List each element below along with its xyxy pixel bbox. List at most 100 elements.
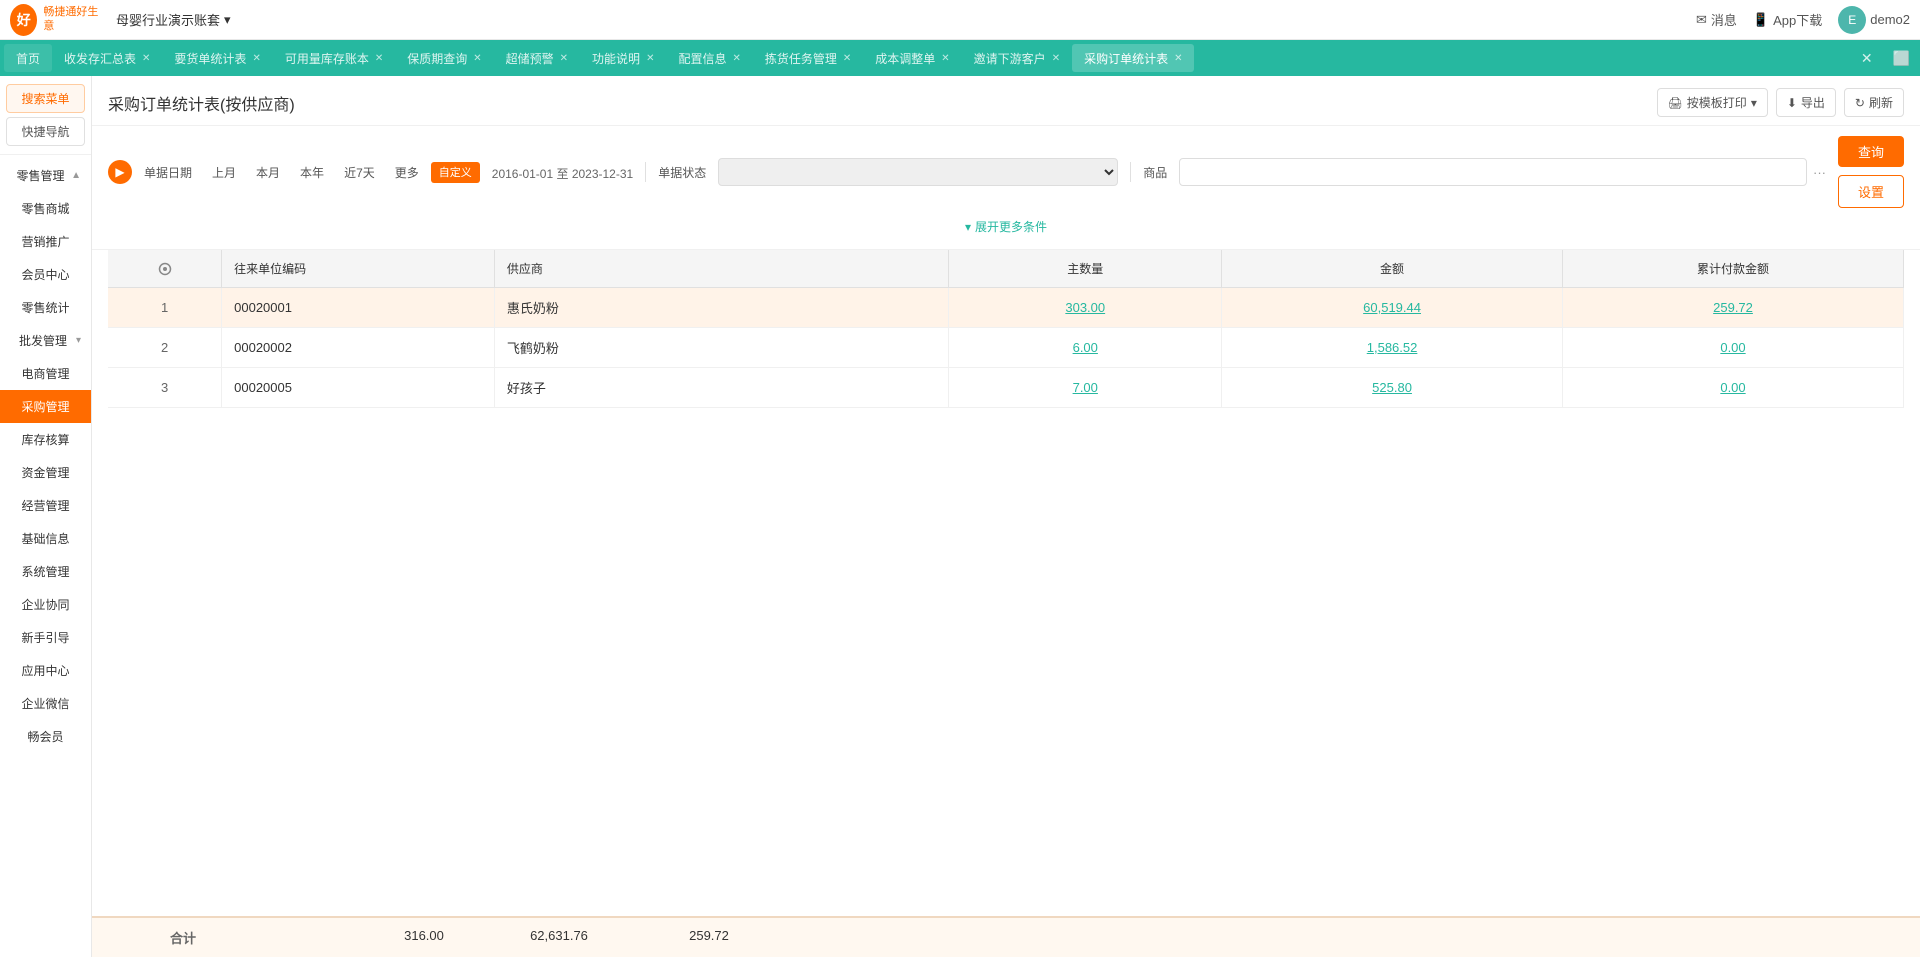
close-icon[interactable]: ✕ <box>252 53 260 64</box>
tab-pick-task[interactable]: 拣货任务管理 ✕ <box>753 44 863 72</box>
template-print-button[interactable]: 🖨 按模板打印 ▾ <box>1657 88 1768 117</box>
export-icon: ⬇ <box>1787 96 1797 110</box>
search-menu-button[interactable]: 搜索菜单 <box>6 84 85 113</box>
qty-link[interactable]: 6.00 <box>1073 340 1098 355</box>
row-index: 2 <box>108 328 222 368</box>
th-supplier: 供应商 <box>494 250 949 288</box>
expand-more-filters-btn[interactable]: ▾ 展开更多条件 <box>108 214 1904 239</box>
amount-link[interactable]: 525.80 <box>1372 380 1412 395</box>
close-icon[interactable]: ✕ <box>843 53 851 64</box>
sidebar-item-member[interactable]: 会员中心 <box>0 258 91 291</box>
tab-config-info[interactable]: 配置信息 ✕ <box>666 44 752 72</box>
sidebar-item-retail-shop[interactable]: 零售商城 <box>0 192 91 225</box>
date-btn-7days[interactable]: 近7天 <box>336 162 383 183</box>
date-btn-more[interactable]: 更多 <box>387 162 427 183</box>
close-icon[interactable]: ✕ <box>1174 53 1182 64</box>
date-btn-last-month[interactable]: 上月 <box>204 162 244 183</box>
export-label: 导出 <box>1801 94 1825 111</box>
close-icon[interactable]: ✕ <box>560 53 568 64</box>
date-btn-this-year[interactable]: 本年 <box>292 162 332 183</box>
tab-order-summary[interactable]: 要货单统计表 ✕ <box>162 44 272 72</box>
sidebar-item-ecommerce[interactable]: 电商管理 <box>0 357 91 390</box>
sidebar-item-retail-stats[interactable]: 零售统计 <box>0 291 91 324</box>
filter-toggle-btn[interactable]: ▶ <box>108 160 132 184</box>
product-input[interactable] <box>1179 158 1807 186</box>
sidebar-section: 零售管理 ▲ 零售商城 营销推广 会员中心 零售统计 批发管理 ▾ 电商管理 <box>0 155 91 757</box>
sidebar-item-vip[interactable]: 畅会员 <box>0 720 91 753</box>
settings-icon[interactable] <box>120 262 209 276</box>
sidebar-item-appstore-label: 应用中心 <box>10 662 81 679</box>
sidebar-item-basic[interactable]: 基础信息 <box>0 522 91 555</box>
close-icon[interactable]: ✕ <box>473 53 481 64</box>
export-button[interactable]: ⬇ 导出 <box>1776 88 1836 117</box>
user-name: demo2 <box>1870 12 1910 27</box>
message-action[interactable]: ✉ 消息 <box>1696 10 1737 29</box>
amount-link[interactable]: 60,519.44 <box>1363 300 1421 315</box>
print-icon: 🖨 <box>1668 96 1683 110</box>
close-icon[interactable]: ✕ <box>1052 53 1060 64</box>
qty-link[interactable]: 7.00 <box>1073 380 1098 395</box>
tab-purchase-summary[interactable]: 采购订单统计表 ✕ <box>1072 44 1194 72</box>
refresh-button[interactable]: ↻ 刷新 <box>1844 88 1904 117</box>
settings-button[interactable]: 设置 <box>1838 175 1904 208</box>
sidebar-item-newbie[interactable]: 新手引导 <box>0 621 91 654</box>
paid-link[interactable]: 0.00 <box>1720 340 1745 355</box>
logo-text: 畅捷通好生意 <box>43 6 100 32</box>
close-tab-btn[interactable]: ✕ <box>1855 48 1879 69</box>
expand-btn[interactable]: ⬜ <box>1887 48 1916 69</box>
product-filter-label: 商品 <box>1143 164 1167 181</box>
tab-cost-adjust[interactable]: 成本调整单 ✕ <box>863 44 961 72</box>
footer-qty: 316.00 <box>358 928 478 947</box>
sidebar-item-wechat[interactable]: 企业微信 <box>0 687 91 720</box>
tab-invite-customer[interactable]: 邀请下游客户 ✕ <box>962 44 1072 72</box>
sidebar-item-appstore[interactable]: 应用中心 <box>0 654 91 687</box>
nav-right-actions: ✕ ⬜ <box>1855 48 1916 69</box>
query-button[interactable]: 查询 <box>1838 136 1904 167</box>
sidebar-item-inventory[interactable]: 库存核算 <box>0 423 91 456</box>
close-icon[interactable]: ✕ <box>646 53 654 64</box>
expand-more-filters-label: 展开更多条件 <box>975 218 1047 235</box>
sidebar-item-wholesale[interactable]: 批发管理 ▾ <box>0 324 91 357</box>
sidebar-search-area: 搜索菜单 快捷导航 <box>0 76 91 155</box>
close-icon[interactable]: ✕ <box>375 53 383 64</box>
date-custom-badge[interactable]: 自定义 <box>431 162 480 183</box>
tab-overstock-warning[interactable]: 超储预警 ✕ <box>494 44 580 72</box>
sidebar-item-enterprise[interactable]: 企业协同 <box>0 588 91 621</box>
tab-feature-desc[interactable]: 功能说明 ✕ <box>580 44 666 72</box>
sidebar-item-retail[interactable]: 零售管理 ▲ <box>0 159 91 192</box>
row-code: 00020005 <box>222 368 495 408</box>
tab-home[interactable]: 首页 <box>4 44 52 72</box>
amount-link[interactable]: 1,586.52 <box>1367 340 1418 355</box>
sidebar-item-marketing[interactable]: 营销推广 <box>0 225 91 258</box>
ellipsis-icon[interactable]: ··· <box>1813 165 1826 180</box>
row-supplier: 惠氏奶粉 <box>494 288 949 328</box>
sidebar-item-system[interactable]: 系统管理 <box>0 555 91 588</box>
page-header-actions: 🖨 按模板打印 ▾ ⬇ 导出 ↻ 刷新 <box>1657 88 1904 117</box>
user-area[interactable]: E demo2 <box>1838 6 1910 34</box>
tab-home-label: 首页 <box>16 50 40 67</box>
message-icon: ✉ <box>1696 12 1707 28</box>
quick-nav-button[interactable]: 快捷导航 <box>6 117 85 146</box>
qty-link[interactable]: 303.00 <box>1065 300 1105 315</box>
date-btn-this-month[interactable]: 本月 <box>248 162 288 183</box>
status-select[interactable] <box>718 158 1118 186</box>
tab-receive-summary[interactable]: 收发存汇总表 ✕ <box>52 44 162 72</box>
close-icon[interactable]: ✕ <box>142 53 150 64</box>
close-icon[interactable]: ✕ <box>732 53 740 64</box>
status-filter-wrapper <box>718 158 1118 186</box>
app-download-action[interactable]: 📱 App下载 <box>1753 10 1822 29</box>
date-filter-label: 单据日期 <box>144 164 192 181</box>
tab-invite-customer-label: 邀请下游客户 <box>974 50 1046 67</box>
close-icon[interactable]: ✕ <box>941 53 949 64</box>
paid-link[interactable]: 0.00 <box>1720 380 1745 395</box>
tab-expiry-query[interactable]: 保质期查询 ✕ <box>395 44 493 72</box>
sidebar-item-operation[interactable]: 经营管理 <box>0 489 91 522</box>
workspace-selector[interactable]: 母婴行业演示账套 ▾ <box>108 6 239 33</box>
paid-link[interactable]: 259.72 <box>1713 300 1753 315</box>
row-code: 00020001 <box>222 288 495 328</box>
content-area: 采购订单统计表(按供应商) 🖨 按模板打印 ▾ ⬇ 导出 ↻ 刷新 <box>92 76 1920 957</box>
sidebar-item-purchase[interactable]: 采购管理 <box>0 390 91 423</box>
row-supplier: 飞鹤奶粉 <box>494 328 949 368</box>
sidebar-item-finance[interactable]: 资金管理 <box>0 456 91 489</box>
tab-available-inventory[interactable]: 可用量库存账本 ✕ <box>273 44 395 72</box>
